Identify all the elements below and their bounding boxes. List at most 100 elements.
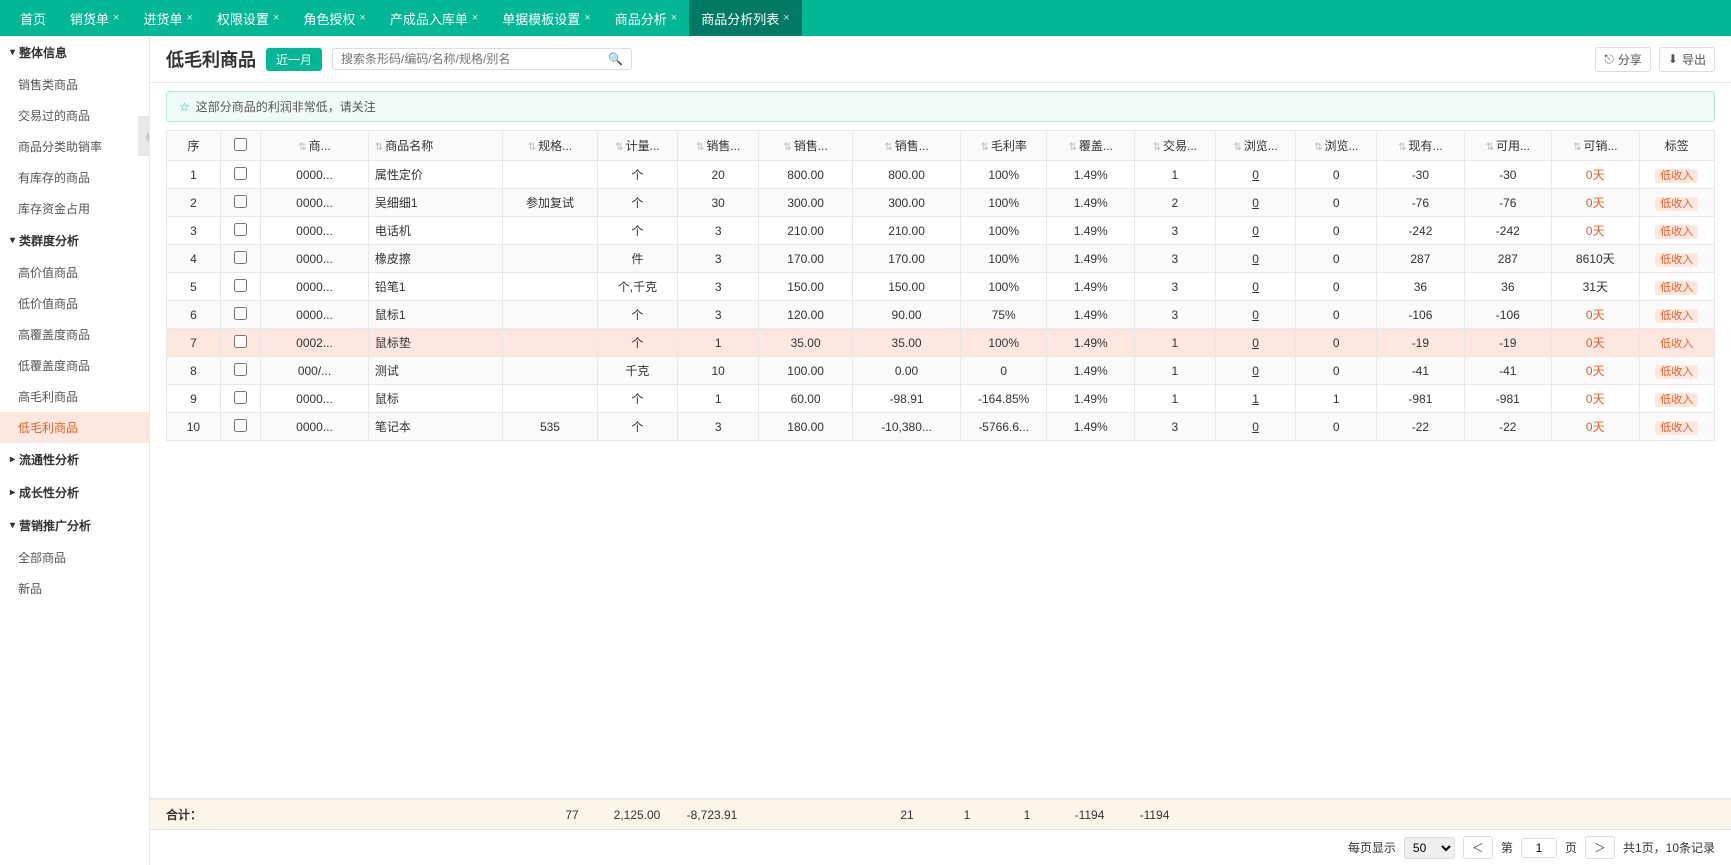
cell-sale-qty: 3 (678, 273, 759, 301)
table-row: 2 0000... 吴细细1 参加复试 个 30 300.00 300.00 1… (167, 189, 1715, 217)
sidebar-section-cluster[interactable]: ▾ 类群度分析 (0, 224, 149, 257)
sidebar-item-high-value[interactable]: 高价值商品 (0, 257, 149, 288)
col-header-browse1: ⇅浏览... (1215, 131, 1296, 161)
cell-tag: 低收入 (1639, 413, 1715, 441)
sidebar-section-marketing[interactable]: ▾ 营销推广分析 (0, 509, 149, 542)
sidebar-item-high-coverage[interactable]: 高覆盖度商品 (0, 319, 149, 350)
nav-product-analysis-list[interactable]: 商品分析列表 × (689, 0, 801, 36)
sidebar-item-stocked-goods[interactable]: 有库存的商品 (0, 162, 149, 193)
search-input[interactable] (341, 52, 604, 66)
browse1-link[interactable]: 1 (1252, 392, 1259, 406)
select-all-checkbox[interactable] (234, 138, 247, 151)
sidebar-section-growth[interactable]: ▸ 成长性分析 (0, 476, 149, 509)
nav-role-auth[interactable]: 角色授权 × (291, 0, 377, 36)
sidebar-item-new-goods[interactable]: 新品 (0, 573, 149, 604)
cell-usable: -242 (1464, 217, 1551, 245)
cell-sale-qty: 1 (678, 385, 759, 413)
close-icon[interactable]: × (113, 12, 119, 24)
sidebar-collapse-button[interactable]: 《 (138, 116, 150, 156)
cell-browse1: 0 (1215, 161, 1296, 189)
browse1-link[interactable]: 0 (1252, 336, 1259, 350)
nav-sales-order[interactable]: 销货单 × (58, 0, 131, 36)
next-page-button[interactable]: ＞ (1585, 836, 1615, 859)
close-icon[interactable]: × (186, 12, 192, 24)
total-sale-qty: 77 (542, 808, 602, 822)
sidebar-item-inventory-capital[interactable]: 库存资金占用 (0, 193, 149, 224)
cell-spec (503, 385, 597, 413)
row-checkbox[interactable] (234, 363, 247, 376)
cell-current: -22 (1377, 413, 1464, 441)
cell-current: -41 (1377, 357, 1464, 385)
cell-spec (503, 301, 597, 329)
cell-name: 鼠标垫 (368, 329, 503, 357)
browse1-link[interactable]: 0 (1252, 224, 1259, 238)
sidebar-section-liquidity[interactable]: ▸ 流通性分析 (0, 443, 149, 476)
browse1-link[interactable]: 0 (1252, 196, 1259, 210)
close-icon[interactable]: × (671, 12, 677, 24)
browse1-link[interactable]: 0 (1252, 420, 1259, 434)
cell-unit: 件 (597, 245, 678, 273)
row-checkbox[interactable] (234, 391, 247, 404)
sidebar-section-overall[interactable]: ▾ 整体信息 (0, 36, 149, 69)
cell-coverage: 1.49% (1047, 273, 1134, 301)
search-icon[interactable]: 🔍 (608, 52, 623, 66)
close-icon[interactable]: × (359, 12, 365, 24)
row-checkbox[interactable] (234, 419, 247, 432)
page-number-input[interactable] (1521, 838, 1557, 858)
close-icon[interactable]: × (584, 12, 590, 24)
nav-product-inbound[interactable]: 产成品入库单 × (378, 0, 490, 36)
row-checkbox[interactable] (234, 307, 247, 320)
table-row: 6 0000... 鼠标1 个 3 120.00 90.00 75% 1.49%… (167, 301, 1715, 329)
close-icon[interactable]: × (472, 12, 478, 24)
browse1-link[interactable]: 0 (1252, 252, 1259, 266)
export-button[interactable]: ⬇ 导出 (1659, 47, 1715, 72)
close-icon[interactable]: × (273, 12, 279, 24)
total-bar: 合计： 77 2,125.00 -8,723.91 21 1 1 -1194 -… (150, 798, 1731, 829)
sidebar-item-low-coverage[interactable]: 低覆盖度商品 (0, 350, 149, 381)
sidebar-item-traded-goods[interactable]: 交易过的商品 (0, 100, 149, 131)
close-icon[interactable]: × (783, 12, 789, 24)
row-checkbox[interactable] (234, 335, 247, 348)
cell-check (220, 189, 260, 217)
row-checkbox[interactable] (234, 251, 247, 264)
share-button[interactable]: ⎋ 分享 (1595, 47, 1651, 72)
total-trade: 21 (877, 808, 937, 822)
browse1-link[interactable]: 0 (1252, 308, 1259, 322)
prev-page-button[interactable]: ＜ (1463, 836, 1493, 859)
cell-trade: 1 (1134, 329, 1215, 357)
sidebar-item-sales-goods[interactable]: 销售类商品 (0, 69, 149, 100)
cell-usable: -106 (1464, 301, 1551, 329)
nav-template-setting[interactable]: 单据模板设置 × (490, 0, 602, 36)
cell-spec (503, 161, 597, 189)
browse1-link[interactable]: 0 (1252, 364, 1259, 378)
cell-browse2: 0 (1296, 245, 1377, 273)
row-checkbox[interactable] (234, 223, 247, 236)
nav-permission-setting[interactable]: 权限设置 × (205, 0, 291, 36)
browse1-link[interactable]: 0 (1252, 280, 1259, 294)
browse1-link[interactable]: 0 (1252, 168, 1259, 182)
nav-product-analysis[interactable]: 商品分析 × (603, 0, 689, 36)
row-checkbox[interactable] (234, 195, 247, 208)
sidebar-item-high-margin[interactable]: 高毛利商品 (0, 381, 149, 412)
sidebar-item-low-value[interactable]: 低价值商品 (0, 288, 149, 319)
cell-current: -30 (1377, 161, 1464, 189)
cell-check (220, 413, 260, 441)
table-row: 9 0000... 鼠标 个 1 60.00 -98.91 -164.85% 1… (167, 385, 1715, 413)
nav-home[interactable]: 首页 (8, 0, 58, 36)
filter-button[interactable]: 近一月 (266, 48, 322, 71)
row-checkbox[interactable] (234, 167, 247, 180)
header-actions: ⎋ 分享 ⬇ 导出 (1595, 47, 1715, 72)
cell-profit-rate: 100% (960, 329, 1047, 357)
sidebar-item-all-goods[interactable]: 全部商品 (0, 542, 149, 573)
page-size-select[interactable]: 50 100 200 (1404, 837, 1455, 859)
cell-trade: 2 (1134, 189, 1215, 217)
sidebar-item-category-rate[interactable]: 商品分类助销率 (0, 131, 149, 162)
sidebar-item-low-margin[interactable]: 低毛利商品 (0, 412, 149, 443)
cell-unit: 个 (597, 329, 678, 357)
total-usable: -1194 (1122, 808, 1187, 822)
nav-purchase-order[interactable]: 进货单 × (131, 0, 204, 36)
table-row: 4 0000... 橡皮擦 件 3 170.00 170.00 100% 1.4… (167, 245, 1715, 273)
cell-browse1: 0 (1215, 329, 1296, 357)
row-checkbox[interactable] (234, 279, 247, 292)
cell-sale-profit: 170.00 (853, 245, 961, 273)
